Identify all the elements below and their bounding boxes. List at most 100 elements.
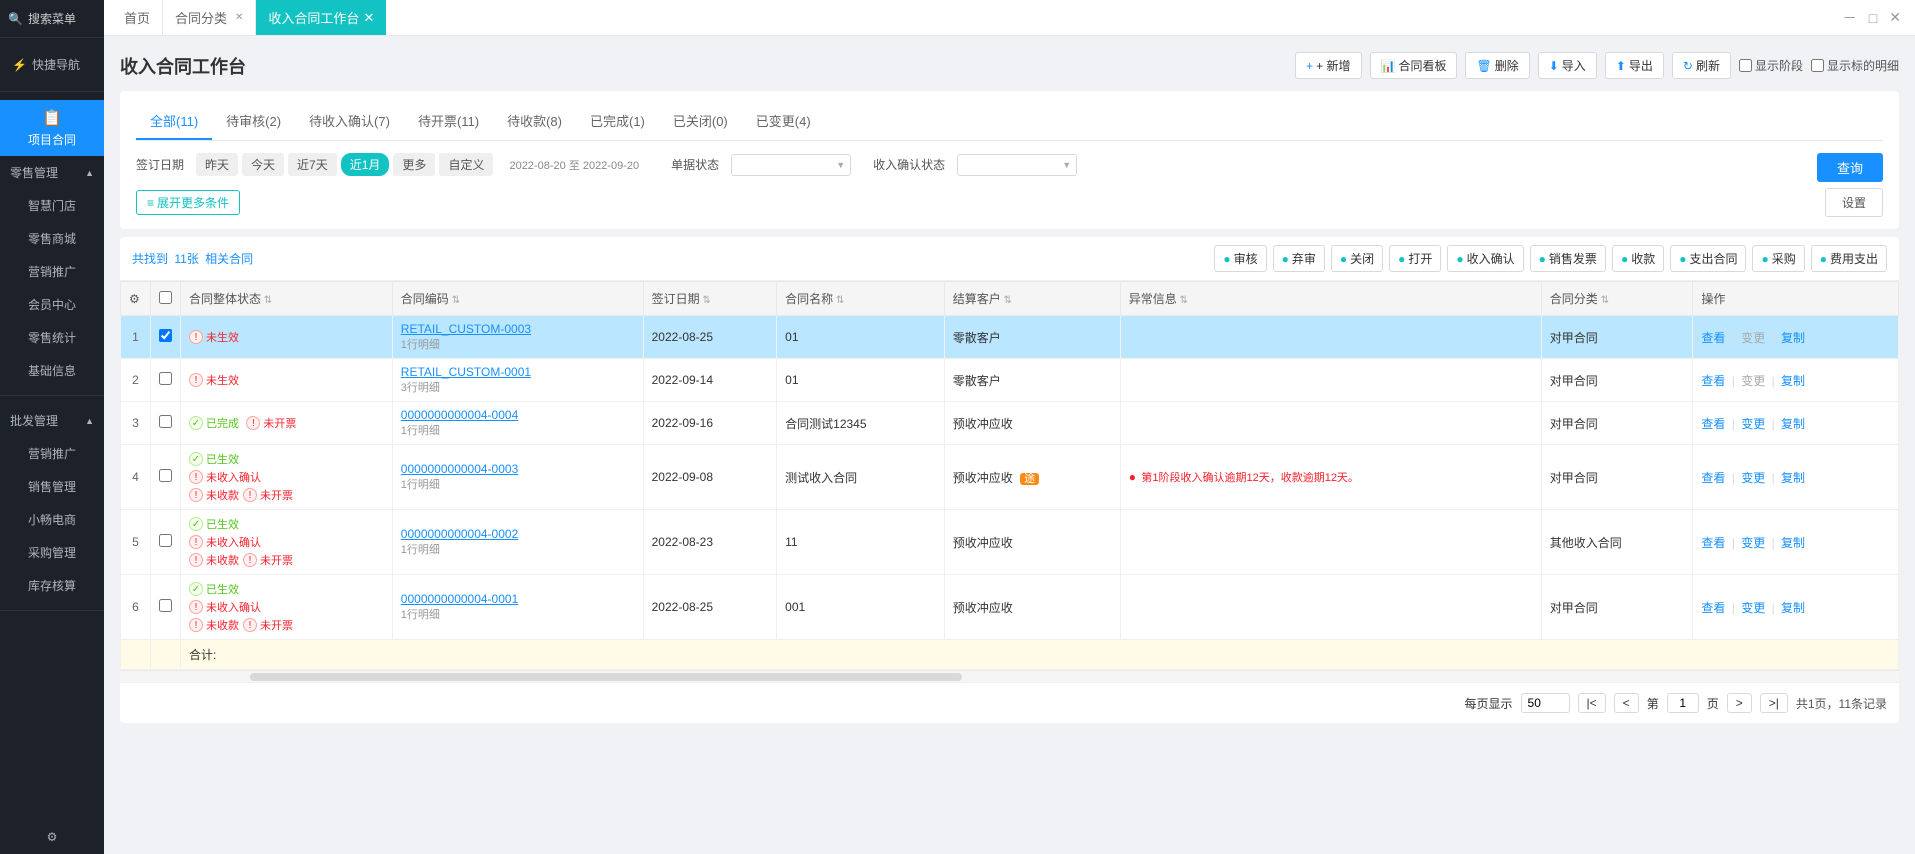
import-button[interactable]: ⬇ 导入 — [1538, 52, 1597, 79]
sidebar-settings-btn[interactable]: ⚙ — [0, 820, 104, 854]
op-edit-6[interactable]: 变更 — [1741, 601, 1765, 615]
op-view-3[interactable]: 查看 — [1701, 417, 1725, 431]
op-copy-6[interactable]: 复制 — [1781, 601, 1805, 615]
op-copy-2[interactable]: 复制 — [1781, 374, 1805, 388]
export-button[interactable]: ⬆ 导出 — [1605, 52, 1664, 79]
close-btn[interactable]: ● 关闭 — [1331, 245, 1383, 272]
scrollbar-thumb[interactable] — [250, 673, 962, 681]
op-copy-3[interactable]: 复制 — [1781, 417, 1805, 431]
sidebar-item-project[interactable]: 📋 项目合同 — [0, 100, 104, 156]
op-copy-1[interactable]: 复制 — [1781, 331, 1805, 345]
show-fields-checkbox[interactable]: 显示阶段 — [1739, 57, 1803, 74]
select-all-checkbox[interactable] — [159, 291, 172, 304]
sort-date[interactable]: 签订日期 — [652, 292, 711, 306]
sidebar-item-marketing2[interactable]: 营销推广 — [0, 437, 104, 470]
sidebar-item-member[interactable]: 会员中心 — [0, 288, 104, 321]
row-checkbox-4[interactable] — [151, 445, 181, 510]
doc-status-select[interactable] — [731, 154, 851, 176]
op-view-5[interactable]: 查看 — [1701, 536, 1725, 550]
row-checkbox-3[interactable] — [151, 402, 181, 445]
date-btn-yesterday[interactable]: 昨天 — [196, 153, 238, 176]
op-view-2[interactable]: 查看 — [1701, 374, 1725, 388]
income-confirm-select[interactable] — [957, 154, 1077, 176]
maximize-btn[interactable]: □ — [1863, 10, 1883, 26]
code-link-6[interactable]: 0000000000004-0001 — [401, 592, 635, 606]
income-confirm-btn[interactable]: ● 收入确认 — [1447, 245, 1523, 272]
purchase-btn[interactable]: ● 采购 — [1752, 245, 1804, 272]
code-link-3[interactable]: 0000000000004-0004 — [401, 408, 635, 422]
sort-error[interactable]: 异常信息 — [1129, 292, 1188, 306]
tab-income-workbench[interactable]: 收入合同工作台 ✕ — [256, 0, 386, 35]
row-checkbox-2[interactable] — [151, 359, 181, 402]
show-details-input[interactable] — [1811, 59, 1824, 72]
op-view-4[interactable]: 查看 — [1701, 471, 1725, 485]
sidebar-item-retail-mgmt[interactable]: 零售管理 ▲ — [0, 156, 104, 189]
sidebar-item-inventory[interactable]: 库存核算 — [0, 569, 104, 602]
code-link-1[interactable]: RETAIL_CUSTOM-0003 — [401, 322, 635, 336]
show-details-checkbox[interactable]: 显示标的明细 — [1811, 57, 1899, 74]
sidebar-item-xiaoyang[interactable]: 小畅电商 — [0, 503, 104, 536]
delete-button[interactable]: 🗑 删除 — [1465, 52, 1529, 79]
page-input[interactable] — [1667, 693, 1699, 713]
dashboard-button[interactable]: 📊 合同看板 — [1370, 52, 1458, 79]
row-checkbox-1[interactable] — [151, 316, 181, 359]
close-window-btn[interactable]: ✕ — [1883, 9, 1907, 26]
sidebar-item-basic-info[interactable]: 基础信息 — [0, 354, 104, 387]
sidebar-item-purchase[interactable]: 采购管理 — [0, 536, 104, 569]
status-tab-pending-income[interactable]: 待收入确认(7) — [295, 103, 404, 140]
op-copy-5[interactable]: 复制 — [1781, 536, 1805, 550]
sales-invoice-btn[interactable]: ● 销售发票 — [1530, 245, 1606, 272]
row-checkbox-6[interactable] — [151, 575, 181, 640]
sort-code[interactable]: 合同编码 — [401, 292, 460, 306]
review-btn[interactable]: ● 审核 — [1214, 245, 1266, 272]
tab-home[interactable]: 首页 — [112, 0, 163, 35]
status-tab-completed[interactable]: 已完成(1) — [576, 103, 659, 140]
code-link-2[interactable]: RETAIL_CUSTOM-0001 — [401, 365, 635, 379]
row-checkbox-5[interactable] — [151, 510, 181, 575]
sort-category[interactable]: 合同分类 — [1550, 292, 1609, 306]
status-tab-changed[interactable]: 已变更(4) — [742, 103, 825, 140]
col-settings[interactable]: ⚙ — [121, 282, 151, 316]
tab-category-close-icon[interactable]: ✕ — [235, 12, 243, 23]
sidebar-item-quicknav[interactable]: ⚡ 快捷导航 — [0, 46, 104, 83]
prev-page-btn[interactable]: < — [1614, 693, 1639, 713]
sort-name[interactable]: 合同名称 — [785, 292, 844, 306]
table-scroll-container[interactable]: ⚙ 合同整体状态 合同编码 签订日期 合同名称 结算客户 异常信息 合同分类 操… — [120, 281, 1899, 670]
col-checkbox[interactable] — [151, 282, 181, 316]
status-tab-all[interactable]: 全部(11) — [136, 103, 212, 140]
setting-button[interactable]: 设置 — [1825, 188, 1883, 217]
sidebar-item-wholesale[interactable]: 批发管理 ▲ — [0, 404, 104, 437]
refresh-button[interactable]: ↻ 刷新 — [1672, 52, 1731, 79]
expense-contract-btn[interactable]: ● 支出合同 — [1670, 245, 1746, 272]
date-btn-1month[interactable]: 近1月 — [341, 153, 390, 176]
date-btn-7days[interactable]: 近7天 — [288, 153, 337, 176]
sidebar-item-marketing[interactable]: 营销推广 — [0, 255, 104, 288]
date-btn-more[interactable]: 更多 — [393, 153, 435, 176]
status-tab-closed[interactable]: 已关闭(0) — [659, 103, 742, 140]
op-view-6[interactable]: 查看 — [1701, 601, 1725, 615]
sidebar-item-smart-store[interactable]: 智慧门店 — [0, 189, 104, 222]
sidebar-item-sales[interactable]: 销售管理 — [0, 470, 104, 503]
op-edit-1[interactable]: 变更 — [1741, 331, 1765, 345]
code-link-4[interactable]: 0000000000004-0003 — [401, 462, 635, 476]
query-button[interactable]: 查询 — [1817, 153, 1883, 182]
last-page-btn[interactable]: >| — [1760, 693, 1788, 713]
status-tab-pending-payment[interactable]: 待收款(8) — [493, 103, 576, 140]
first-page-btn[interactable]: |< — [1578, 693, 1606, 713]
op-edit-5[interactable]: 变更 — [1741, 536, 1765, 550]
op-edit-3[interactable]: 变更 — [1741, 417, 1765, 431]
show-fields-input[interactable] — [1739, 59, 1752, 72]
per-page-select[interactable]: 10 20 50 100 — [1521, 693, 1570, 713]
date-btn-custom[interactable]: 自定义 — [439, 153, 493, 176]
abandon-btn[interactable]: ● 弃审 — [1273, 245, 1325, 272]
payment-btn[interactable]: ● 收款 — [1612, 245, 1664, 272]
op-view-1[interactable]: 查看 — [1701, 331, 1725, 345]
sort-customer[interactable]: 结算客户 — [953, 292, 1012, 306]
next-page-btn[interactable]: > — [1727, 693, 1752, 713]
tab-contract-category[interactable]: 合同分类 ✕ — [163, 0, 256, 35]
sidebar-item-retail-stats[interactable]: 零售统计 — [0, 321, 104, 354]
sidebar-search[interactable]: 🔍 搜索菜单 — [0, 0, 104, 38]
open-btn[interactable]: ● 打开 — [1389, 245, 1441, 272]
sort-status[interactable]: 合同整体状态 — [189, 292, 272, 306]
code-link-5[interactable]: 0000000000004-0002 — [401, 527, 635, 541]
